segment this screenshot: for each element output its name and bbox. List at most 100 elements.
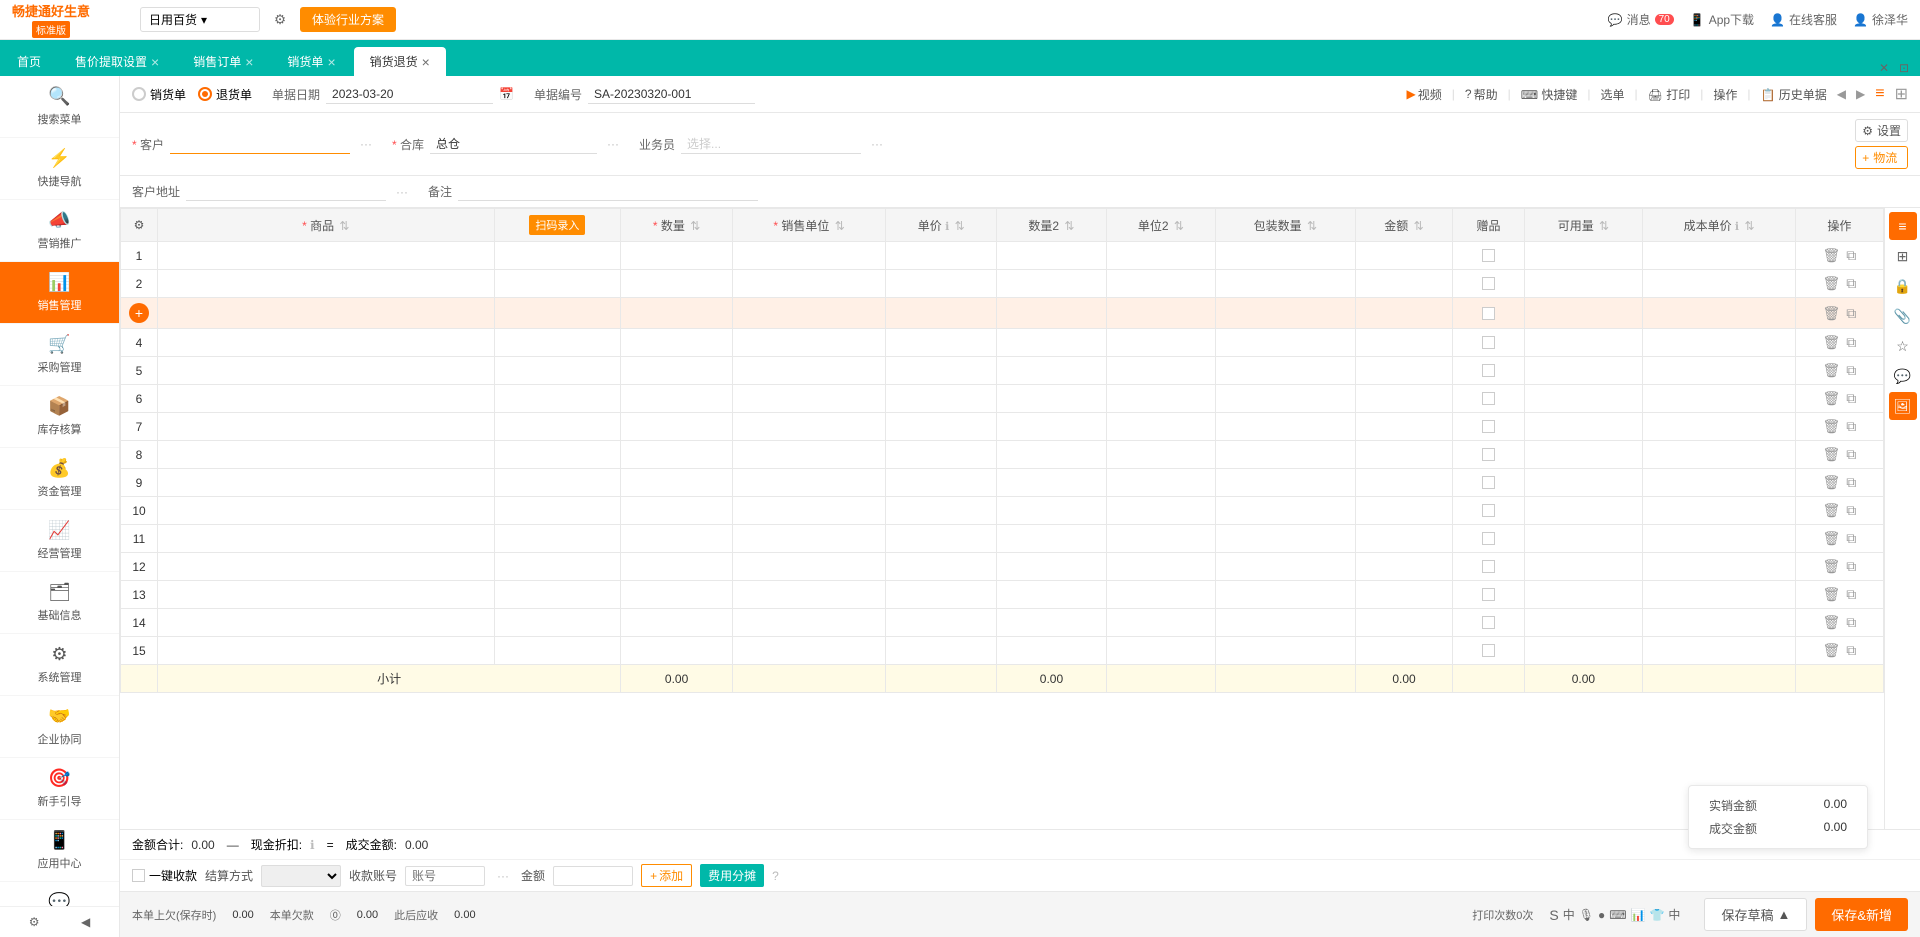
avail-cell-8[interactable] (1524, 441, 1643, 469)
price-cell-7[interactable] (886, 413, 997, 441)
qty-cell-11[interactable] (621, 525, 733, 553)
delete-row-11[interactable]: 🗑 (1823, 530, 1841, 547)
side-btn-clip[interactable]: 📎 (1889, 302, 1917, 330)
logistics-btn[interactable]: +物流 (1855, 146, 1908, 169)
copy-row-10[interactable]: ⧉ (1846, 502, 1856, 519)
pkg-cell-1[interactable] (1216, 242, 1355, 270)
unit2-cell-11[interactable] (1106, 525, 1215, 553)
delete-row-3[interactable]: 🗑 (1823, 305, 1841, 322)
gift-checkbox-2[interactable] (1482, 277, 1495, 290)
unit-cell-6[interactable] (732, 385, 885, 413)
account-input[interactable] (405, 866, 485, 886)
product-cell-4[interactable] (158, 329, 495, 357)
sidebar-item-sales[interactable]: 📊 销售管理 (0, 262, 119, 324)
qty-cell-2[interactable] (621, 270, 733, 298)
barcode-btn[interactable]: 扫码录入 (529, 215, 585, 235)
sort-cost-icon[interactable]: ⇅ (1744, 219, 1754, 233)
settings-icon-btn[interactable]: ⚙设置 (1855, 119, 1908, 142)
cost-cell-4[interactable] (1643, 329, 1796, 357)
amount-cell-5[interactable] (1355, 357, 1453, 385)
gift-checkbox-7[interactable] (1482, 420, 1495, 433)
pkg-cell-8[interactable] (1216, 441, 1355, 469)
warehouse-select-btn[interactable]: ··· (603, 137, 623, 151)
amount-cell-7[interactable] (1355, 413, 1453, 441)
gift-checkbox-3[interactable] (1482, 307, 1495, 320)
cost-cell-12[interactable] (1643, 553, 1796, 581)
pkg-cell-13[interactable] (1216, 581, 1355, 609)
prev-btn[interactable]: ◀ (1837, 87, 1846, 101)
qty-cell-12[interactable] (621, 553, 733, 581)
tab-sales-delivery[interactable]: 销货单 × (271, 47, 351, 76)
avail-cell-2[interactable] (1524, 270, 1643, 298)
copy-row-2[interactable]: ⧉ (1846, 275, 1856, 292)
online-service-btn[interactable]: 👤 在线客服 (1770, 11, 1837, 28)
gift-checkbox-12[interactable] (1482, 560, 1495, 573)
price-cell-10[interactable] (886, 497, 997, 525)
operation-btn[interactable]: 操作 (1713, 86, 1737, 103)
delete-row-15[interactable]: 🗑 (1823, 642, 1841, 659)
qty-cell-7[interactable] (621, 413, 733, 441)
copy-row-15[interactable]: ⧉ (1846, 642, 1856, 659)
gift-checkbox-6[interactable] (1482, 392, 1495, 405)
amount-cell-12[interactable] (1355, 553, 1453, 581)
cost-cell-11[interactable] (1643, 525, 1796, 553)
app-download-btn[interactable]: 📱 App下载 (1690, 11, 1754, 28)
unit-cell-9[interactable] (732, 469, 885, 497)
date-input[interactable] (326, 85, 493, 104)
delete-row-1[interactable]: 🗑 (1823, 247, 1841, 264)
video-btn[interactable]: ▶ 视频 (1407, 86, 1442, 103)
qty2-cell-5[interactable] (997, 357, 1106, 385)
copy-row-7[interactable]: ⧉ (1846, 418, 1856, 435)
avail-cell-12[interactable] (1524, 553, 1643, 581)
qty2-cell-3[interactable] (997, 298, 1106, 329)
price-cell-2[interactable] (886, 270, 997, 298)
fee-split-btn[interactable]: 费用分摊 (700, 864, 764, 887)
gift-checkbox-5[interactable] (1482, 364, 1495, 377)
pkg-cell-10[interactable] (1216, 497, 1355, 525)
side-btn-image[interactable]: 🖼 (1889, 392, 1917, 420)
price-cell-13[interactable] (886, 581, 997, 609)
amount-cell-3[interactable] (1355, 298, 1453, 329)
experience-btn[interactable]: 体验行业方案 (300, 7, 396, 32)
shirt-icon[interactable]: 👕 (1649, 908, 1664, 922)
tab-sales-return-close[interactable]: × (422, 54, 430, 70)
sidebar-item-apps[interactable]: 📱 应用中心 (0, 820, 119, 882)
tab-sales-order[interactable]: 销售订单 × (177, 47, 269, 76)
product-cell-10[interactable] (158, 497, 495, 525)
qty-cell-13[interactable] (621, 581, 733, 609)
qty-cell-6[interactable] (621, 385, 733, 413)
price-cell-6[interactable] (886, 385, 997, 413)
customer-input[interactable] (170, 135, 350, 154)
amount-cell-4[interactable] (1355, 329, 1453, 357)
save-draft-btn[interactable]: 保存草稿 ▲ (1704, 898, 1807, 931)
delete-row-13[interactable]: 🗑 (1823, 586, 1841, 603)
salesman-select-btn[interactable]: ··· (867, 137, 887, 151)
cost-cell-9[interactable] (1643, 469, 1796, 497)
delete-row-4[interactable]: 🗑 (1823, 334, 1841, 351)
qty-cell-4[interactable] (621, 329, 733, 357)
gift-checkbox-9[interactable] (1482, 476, 1495, 489)
sidebar-item-marketing[interactable]: 📣 营销推广 (0, 200, 119, 262)
sidebar-item-shortcut[interactable]: ⚡ 快捷导航 (0, 138, 119, 200)
price-cell-11[interactable] (886, 525, 997, 553)
cost-cell-5[interactable] (1643, 357, 1796, 385)
price-cell-4[interactable] (886, 329, 997, 357)
pkg-cell-9[interactable] (1216, 469, 1355, 497)
window-close-btn[interactable]: ✕ (1876, 60, 1892, 76)
unit2-cell-13[interactable] (1106, 581, 1215, 609)
qty2-cell-2[interactable] (997, 270, 1106, 298)
address-select-btn[interactable]: ··· (392, 185, 412, 199)
delete-row-14[interactable]: 🗑 (1823, 614, 1841, 631)
gift-checkbox-15[interactable] (1482, 644, 1495, 657)
next-btn[interactable]: ▶ (1856, 87, 1865, 101)
sidebar-item-operations[interactable]: 📈 经营管理 (0, 510, 119, 572)
qty2-cell-7[interactable] (997, 413, 1106, 441)
price-cell-1[interactable] (886, 242, 997, 270)
copy-row-5[interactable]: ⧉ (1846, 362, 1856, 379)
print-btn[interactable]: 🖨 打印 (1648, 86, 1691, 103)
qty2-cell-12[interactable] (997, 553, 1106, 581)
product-cell-1[interactable] (158, 242, 495, 270)
unit2-cell-1[interactable] (1106, 242, 1215, 270)
unit2-cell-5[interactable] (1106, 357, 1215, 385)
qty-cell-1[interactable] (621, 242, 733, 270)
